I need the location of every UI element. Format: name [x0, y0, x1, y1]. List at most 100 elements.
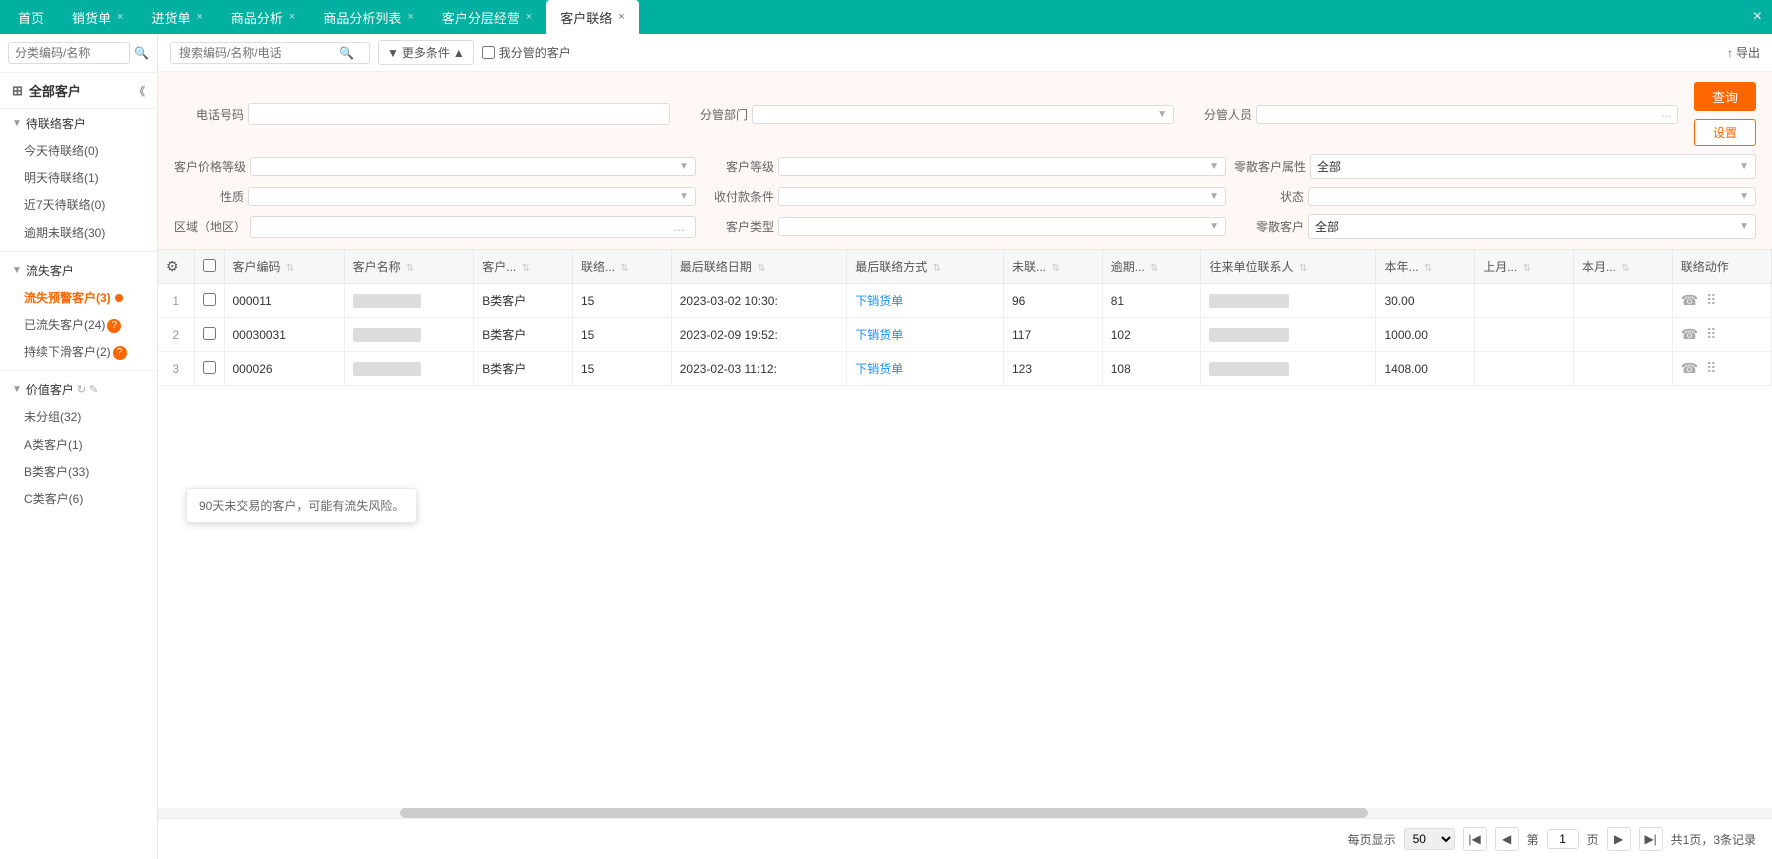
sidebar-item-7days[interactable]: 近7天待联络(0) [0, 192, 157, 219]
more-action-icon-1[interactable]: ⠿ [1706, 292, 1716, 309]
filter-cust-type-select[interactable]: ▼ [778, 217, 1226, 236]
th-customer-code[interactable]: 客户编码 ⇅ [224, 250, 344, 284]
divider2 [0, 370, 157, 371]
sidebar-item-type-c[interactable]: C类客户(6) [0, 486, 157, 513]
sidebar-item-already-lost[interactable]: 已流失客户(24) ? [0, 312, 157, 339]
th-last-month[interactable]: 上月... ⇅ [1475, 250, 1574, 284]
sidebar-search-icon[interactable]: 🔍 [134, 46, 149, 60]
th-no-contact-days[interactable]: 未联... ⇅ [1004, 250, 1103, 284]
sort-last-month-icon: ⇅ [1523, 263, 1531, 274]
filter-dept-select[interactable]: ▼ [752, 105, 1174, 124]
contact-action-icon-3[interactable]: ☎ [1681, 360, 1698, 377]
sidebar-section-value[interactable]: ▼ 价值客户 ↻ ✎ [0, 375, 157, 404]
th-last-contact-way[interactable]: 最后联络方式 ⇅ [847, 250, 1004, 284]
th-contact-person[interactable]: 往来单位联系人 ⇅ [1201, 250, 1376, 284]
filter-zero-customer-select[interactable]: 全部 ▼ [1308, 214, 1756, 239]
edit-icon[interactable]: ✎ [89, 383, 98, 396]
search-input[interactable] [179, 46, 339, 60]
chevron-gender-icon: ▼ [679, 191, 689, 202]
tab-customer-layer[interactable]: 客户分层经营 × [428, 0, 546, 34]
table-row: 3 000026 ████████ B类客户 15 2023-02-03 11:… [158, 352, 1772, 386]
sidebar-item-tomorrow[interactable]: 明天待联络(1) [0, 165, 157, 192]
more-action-icon-2[interactable]: ⠿ [1706, 326, 1716, 343]
select-all-checkbox[interactable] [203, 259, 216, 272]
th-last-contact-date[interactable]: 最后联络日期 ⇅ [671, 250, 847, 284]
th-overdue-days[interactable]: 逾期... ⇅ [1102, 250, 1201, 284]
filter-cust-grade-select[interactable]: ▼ [778, 157, 1226, 176]
settings-icon[interactable]: ⚙ [166, 258, 179, 274]
scrollbar-thumb[interactable] [400, 808, 1368, 818]
row-checkbox-1[interactable] [194, 284, 224, 318]
search-button-icon[interactable]: 🔍 [339, 46, 354, 60]
more-conditions-button[interactable]: ▼ 更多条件 ▲ [378, 40, 474, 65]
sidebar-search-input[interactable] [8, 42, 130, 64]
th-this-year[interactable]: 本年... ⇅ [1376, 250, 1475, 284]
pagination-bar: 每页显示 50 20 100 |◀ ◀ 第 页 ▶ ▶| 共1页，3条记录 [158, 818, 1772, 859]
filter-zero-attr-select[interactable]: 全部 ▼ [1310, 154, 1756, 179]
close-product-analysis-icon[interactable]: × [289, 11, 295, 23]
tab-sales-order[interactable]: 销货单 × [58, 0, 137, 34]
setting-button[interactable]: 设置 [1694, 119, 1756, 146]
query-button[interactable]: 查询 [1694, 82, 1756, 111]
close-customer-layer-icon[interactable]: × [526, 11, 532, 23]
sidebar-section-lost[interactable]: ▼ 流失客户 [0, 256, 157, 285]
filter-phone-input[interactable] [248, 103, 670, 125]
sidebar-item-type-a[interactable]: A类客户(1) [0, 432, 157, 459]
next-page-button[interactable]: ▶ [1607, 827, 1631, 851]
filter-region-select[interactable]: … [250, 216, 696, 238]
filter-zero-customer-field: 零散客户 全部 ▼ [1234, 214, 1756, 239]
contact-action-icon-2[interactable]: ☎ [1681, 326, 1698, 343]
th-customer-type[interactable]: 客户... ⇅ [474, 250, 573, 284]
filter-gender-select[interactable]: ▼ [248, 187, 696, 206]
sidebar-item-declining[interactable]: 持续下滑客户(2) ? [0, 339, 157, 366]
th-this-month[interactable]: 本月... ⇅ [1573, 250, 1672, 284]
row-checkbox-2[interactable] [194, 318, 224, 352]
filter-phone-field: 电话号码 [174, 103, 670, 125]
page-number-input[interactable] [1547, 829, 1579, 849]
sidebar-item-today[interactable]: 今天待联络(0) [0, 138, 157, 165]
tab-product-analysis-list[interactable]: 商品分析列表 × [309, 0, 427, 34]
filter-status-select[interactable]: ▼ [1308, 187, 1756, 206]
filter-staff-select[interactable]: … [1256, 105, 1678, 124]
first-page-button[interactable]: |◀ [1463, 827, 1487, 851]
my-customers-checkbox[interactable] [482, 46, 495, 59]
th-customer-name[interactable]: 客户名称 ⇅ [344, 250, 474, 284]
th-settings: ⚙ [158, 250, 194, 284]
filter-payment-select[interactable]: ▼ [778, 187, 1226, 206]
filter-price-grade-select[interactable]: ▼ [250, 157, 696, 176]
sidebar-item-lost-warning[interactable]: 流失预警客户(3) [0, 285, 157, 312]
sidebar-item-type-b[interactable]: B类客户(33) [0, 459, 157, 486]
export-button[interactable]: ↑ 导出 [1727, 44, 1760, 61]
last-page-button[interactable]: ▶| [1639, 827, 1663, 851]
th-contact-num[interactable]: 联络... ⇅ [573, 250, 672, 284]
sidebar-section-pending[interactable]: ▼ 待联络客户 [0, 109, 157, 138]
sidebar-item-overdue[interactable]: 逾期未联络(30) [0, 220, 157, 247]
sidebar-all-customers[interactable]: ⊞ 全部客户 《 [0, 73, 157, 109]
sidebar-search-area: 🔍 [0, 34, 157, 73]
filter-status-label: 状态 [1234, 188, 1304, 205]
prev-page-button[interactable]: ◀ [1495, 827, 1519, 851]
close-product-analysis-list-icon[interactable]: × [407, 11, 413, 23]
my-customers-checkbox-label[interactable]: 我分管的客户 [482, 44, 571, 61]
tab-purchase-order[interactable]: 进货单 × [137, 0, 216, 34]
filter-region-dots[interactable]: … [669, 220, 689, 234]
close-purchase-order-icon[interactable]: × [196, 11, 202, 23]
contact-action-icon-1[interactable]: ☎ [1681, 292, 1698, 309]
tab-home[interactable]: 首页 [4, 0, 58, 34]
tab-customer-contact[interactable]: 客户联络 × [546, 0, 638, 34]
global-close-icon[interactable]: × [1753, 8, 1762, 26]
row-way-1: 下销货单 [847, 284, 1004, 318]
row-this-month-1 [1573, 284, 1672, 318]
tab-product-analysis[interactable]: 商品分析 × [217, 0, 309, 34]
per-page-select[interactable]: 50 20 100 [1404, 828, 1455, 850]
more-action-icon-3[interactable]: ⠿ [1706, 360, 1716, 377]
refresh-icon[interactable]: ↻ [77, 383, 86, 396]
filter-zero-attr-field: 零散客户属性 全部 ▼ [1234, 154, 1756, 179]
sidebar-item-ungroup[interactable]: 未分组(32) [0, 404, 157, 431]
close-customer-contact-icon[interactable]: × [618, 11, 624, 23]
horizontal-scrollbar[interactable] [158, 808, 1772, 818]
collapse-icon[interactable]: 《 [134, 83, 145, 99]
close-sales-order-icon[interactable]: × [117, 11, 123, 23]
row-checkbox-3[interactable] [194, 352, 224, 386]
row-no-contact-2: 117 [1004, 318, 1103, 352]
